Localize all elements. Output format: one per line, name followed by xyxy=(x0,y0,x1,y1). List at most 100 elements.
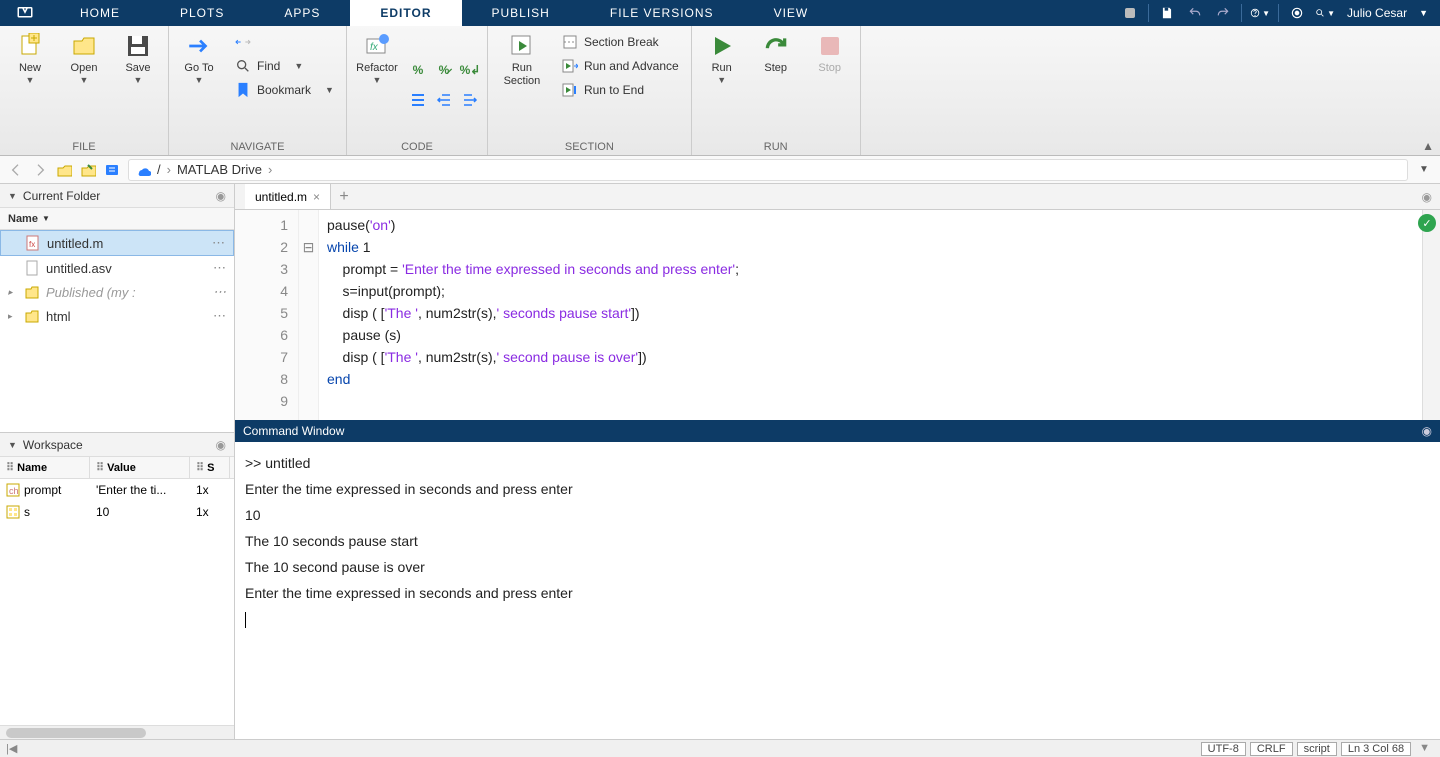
vertical-scrollbar[interactable] xyxy=(1422,210,1440,420)
editor-tab-bar: untitled.m × + ◉ xyxy=(235,184,1440,210)
gear-icon[interactable]: ◉ xyxy=(216,189,226,203)
breadcrumb[interactable]: / › MATLAB Drive › xyxy=(128,159,1408,181)
fold-gutter[interactable]: ⊟ xyxy=(299,210,319,420)
code-group: fx Refactor ▼ % %̷ %↲ CODE xyxy=(347,26,488,155)
indent-right-icon[interactable] xyxy=(459,89,481,111)
svg-text:ch: ch xyxy=(9,486,19,496)
target-icon[interactable] xyxy=(1287,3,1307,23)
expand-icon[interactable]: ▼ xyxy=(1415,742,1434,756)
current-folder-header: ▼ Current Folder ◉ xyxy=(0,184,234,208)
cloud-icon xyxy=(135,162,151,178)
editor-tab[interactable]: untitled.m × xyxy=(245,184,331,209)
help-icon[interactable]: ▼ xyxy=(1250,3,1270,23)
step-button[interactable]: Step xyxy=(752,30,800,137)
indent-icon[interactable] xyxy=(407,89,429,111)
folder-tree-icon[interactable] xyxy=(78,160,98,180)
save-icon[interactable] xyxy=(1157,3,1177,23)
file-menu-icon[interactable]: ⋯ xyxy=(213,284,226,300)
gear-icon[interactable]: ◉ xyxy=(1414,190,1440,204)
uncomment-icon[interactable]: %̷ xyxy=(433,59,455,81)
gear-icon[interactable]: ◉ xyxy=(1422,424,1432,438)
tab-editor[interactable]: EDITOR xyxy=(350,0,461,26)
menubar-tabs: HOMEPLOTSAPPSEDITORPUBLISHFILE VERSIONSV… xyxy=(50,0,838,26)
refactor-button[interactable]: fx Refactor ▼ xyxy=(353,30,401,137)
section-break-button[interactable]: Section Break xyxy=(556,32,685,52)
bookmark-button[interactable]: Bookmark ▼ xyxy=(229,80,340,100)
status-bar: |◀ UTF-8 CRLF script Ln 3 Col 68 ▼ xyxy=(0,739,1440,757)
file-item[interactable]: fxuntitled.m⋯ xyxy=(0,230,234,256)
open-button[interactable]: Open ▼ xyxy=(60,30,108,137)
up-folder-icon[interactable] xyxy=(54,160,74,180)
code-area[interactable]: pause('on')while 1 prompt = 'Enter the t… xyxy=(319,210,1422,420)
search-icon[interactable]: ▼ xyxy=(1315,3,1335,23)
tab-apps[interactable]: APPS xyxy=(254,0,350,26)
path-dropdown-icon[interactable]: ▼ xyxy=(1414,160,1434,180)
run-group: Run ▼ Step Stop RUN xyxy=(692,26,861,155)
save-button[interactable]: Save ▼ xyxy=(114,30,162,137)
workspace-header: ▼ Workspace ◉ xyxy=(0,433,234,457)
tab-view[interactable]: VIEW xyxy=(744,0,839,26)
file-list: fxuntitled.m⋯untitled.asv⋯▸Published (my… xyxy=(0,230,234,432)
tab-publish[interactable]: PUBLISH xyxy=(462,0,580,26)
username-label[interactable]: Julio Cesar xyxy=(1343,6,1411,20)
left-pane: ▼ Current Folder ◉ Name ▼ fxuntitled.m⋯u… xyxy=(0,184,235,739)
app-logo xyxy=(0,4,50,22)
record-icon[interactable] xyxy=(1120,3,1140,23)
file-menu-icon[interactable]: ⋯ xyxy=(212,235,225,251)
user-caret-icon[interactable]: ▼ xyxy=(1419,8,1428,18)
forward-icon[interactable] xyxy=(30,160,50,180)
back-icon[interactable] xyxy=(6,160,26,180)
svg-text:fx: fx xyxy=(29,240,35,249)
workspace-row[interactable]: chprompt'Enter the ti...1x xyxy=(0,479,234,501)
collapse-toolstrip-icon[interactable]: ▲ xyxy=(1422,139,1434,153)
run-and-advance-button[interactable]: Run and Advance xyxy=(556,56,685,76)
horizontal-scrollbar[interactable] xyxy=(0,725,234,739)
section-group: Run Section Section Break Run and Advanc… xyxy=(488,26,692,155)
run-section-button[interactable]: Run Section xyxy=(494,30,550,137)
file-menu-icon[interactable]: ⋯ xyxy=(213,308,226,324)
workspace-row[interactable]: s101x xyxy=(0,501,234,523)
command-window-header: Command Window ◉ xyxy=(235,420,1440,442)
nav-arrows[interactable] xyxy=(229,32,340,52)
file-type-icon: fx xyxy=(25,235,41,251)
goto-start-icon[interactable]: |◀ xyxy=(6,742,17,755)
name-column-header[interactable]: Name ▼ xyxy=(0,208,234,230)
menubar: HOMEPLOTSAPPSEDITORPUBLISHFILE VERSIONSV… xyxy=(0,0,1440,26)
eol-cell[interactable]: CRLF xyxy=(1250,742,1293,756)
stop-button[interactable]: Stop xyxy=(806,30,854,137)
file-item[interactable]: ▸html⋯ xyxy=(0,304,234,328)
close-tab-icon[interactable]: × xyxy=(313,190,320,204)
browse-folder-icon[interactable] xyxy=(102,160,122,180)
goto-button[interactable]: Go To ▼ xyxy=(175,30,223,137)
comment-percent-icon[interactable]: % xyxy=(407,59,429,81)
file-item[interactable]: ▸Published (my :⋯ xyxy=(0,280,234,304)
file-group: New ▼ Open ▼ Save ▼ FILE xyxy=(0,26,169,155)
collapse-panel-icon[interactable]: ▼ xyxy=(8,440,17,450)
file-item[interactable]: untitled.asv⋯ xyxy=(0,256,234,280)
redo-icon[interactable] xyxy=(1213,3,1233,23)
run-to-end-button[interactable]: Run to End xyxy=(556,80,685,100)
wrap-comment-icon[interactable]: %↲ xyxy=(459,59,481,81)
file-menu-icon[interactable]: ⋯ xyxy=(213,260,226,276)
gear-icon[interactable]: ◉ xyxy=(216,438,226,452)
filetype-cell[interactable]: script xyxy=(1297,742,1337,756)
code-editor[interactable]: 123456789 ⊟ pause('on')while 1 prompt = … xyxy=(235,210,1440,420)
new-button[interactable]: New ▼ xyxy=(6,30,54,137)
tab-file-versions[interactable]: FILE VERSIONS xyxy=(580,0,744,26)
command-window[interactable]: >> untitledEnter the time expressed in s… xyxy=(235,442,1440,739)
run-button[interactable]: Run ▼ xyxy=(698,30,746,137)
collapse-panel-icon[interactable]: ▼ xyxy=(8,191,17,201)
cursor-position-cell[interactable]: Ln 3 Col 68 xyxy=(1341,742,1411,756)
navigate-group: Go To ▼ Find ▼ Bookmark ▼ NAVIGATE xyxy=(169,26,347,155)
tab-home[interactable]: HOME xyxy=(50,0,150,26)
encoding-cell[interactable]: UTF-8 xyxy=(1201,742,1246,756)
menubar-right: ▼ ▼ Julio Cesar ▼ xyxy=(1120,3,1440,23)
tab-plots[interactable]: PLOTS xyxy=(150,0,254,26)
find-button[interactable]: Find ▼ xyxy=(229,56,340,76)
undo-icon[interactable] xyxy=(1185,3,1205,23)
svg-text:fx: fx xyxy=(370,42,379,53)
add-tab-button[interactable]: + xyxy=(331,188,357,206)
outdent-left-icon[interactable] xyxy=(433,89,455,111)
file-type-icon xyxy=(24,284,40,300)
file-type-icon xyxy=(24,260,40,276)
